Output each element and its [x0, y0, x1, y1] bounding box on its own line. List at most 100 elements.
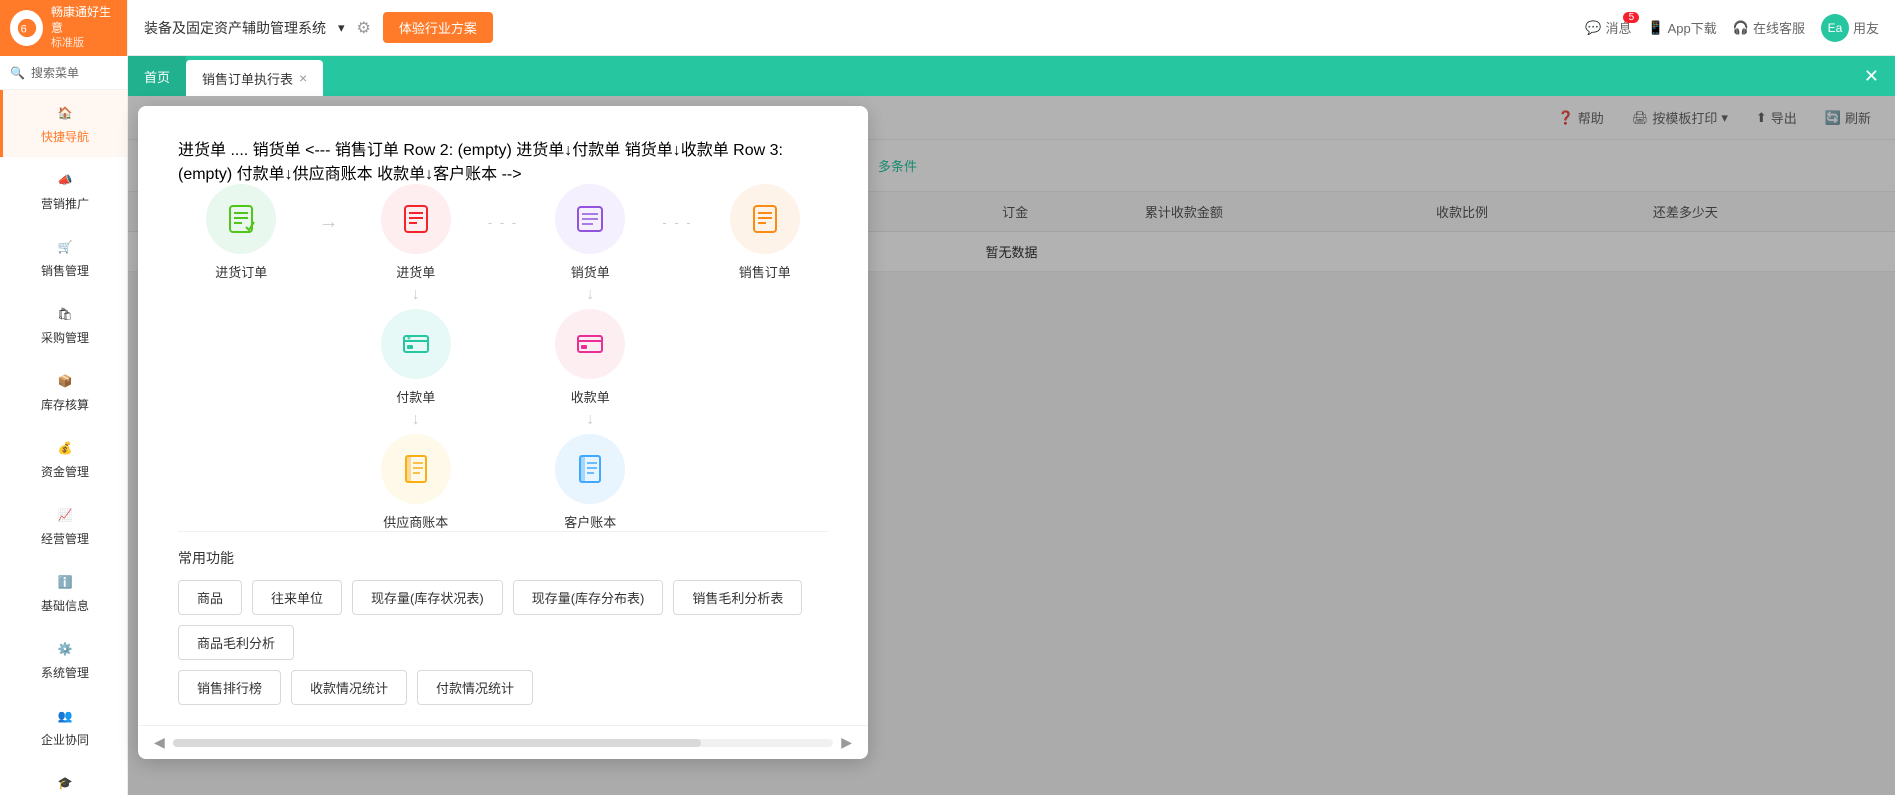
- tab-sales-order[interactable]: 销售订单执行表 ×: [186, 60, 323, 96]
- sidebar-item-inventory[interactable]: 📦 库存核算: [0, 358, 127, 425]
- popup-scrollbar: ◀ ▶: [138, 725, 868, 759]
- purchase-order-label: 进货订单: [215, 262, 267, 281]
- nav-label-quick: 快捷导航: [41, 128, 89, 145]
- message-badge: 5: [1623, 12, 1639, 23]
- sidebar-nav: 🏠 快捷导航 📣 营销推广 🛒 销售管理 🛍 采购管理 📦 库存核算 💰 资金管…: [0, 90, 127, 795]
- sidebar-item-marketing[interactable]: 📣 营销推广: [0, 157, 127, 224]
- header: 装备及固定资产辅助管理系统 ▾ ⚙ 体验行业方案 💬 消息 5 📱 App下载 …: [128, 0, 1895, 56]
- gear-icon: ⚙️: [54, 638, 76, 660]
- down-arrow-payment-icon: ↓: [412, 411, 420, 429]
- sales-order-icon: [730, 184, 800, 254]
- megaphone-icon: 📣: [54, 169, 76, 191]
- message-button[interactable]: 💬 消息 5: [1585, 18, 1631, 37]
- dropdown-arrow-icon: ▾: [338, 20, 345, 36]
- app-download-button[interactable]: 📱 App下载: [1647, 18, 1716, 37]
- sales-order-label: 销售订单: [739, 262, 791, 281]
- nav-label-marketing: 营销推广: [41, 195, 89, 212]
- customer-ledger-label: 客户账本: [564, 512, 616, 531]
- svg-text:6: 6: [20, 24, 26, 36]
- service-icon: 🎧: [1733, 20, 1749, 36]
- download-icon: 📱: [1647, 20, 1663, 36]
- flow-node-sales-order[interactable]: 销售订单: [702, 184, 829, 281]
- down-arrow-receipt: ↓: [527, 411, 654, 429]
- tab-home-label: 首页: [144, 67, 170, 86]
- dashed-arrow-icon: - - -: [488, 215, 518, 230]
- sidebar-item-operations[interactable]: 📈 经营管理: [0, 492, 127, 559]
- func-btn-stock-status[interactable]: 现存量(库存状况表): [352, 580, 503, 615]
- purchase-order-icon: [206, 184, 276, 254]
- svg-text:¥: ¥: [407, 335, 411, 342]
- online-service-button[interactable]: 🎧 在线客服: [1733, 18, 1805, 37]
- popup-overlay[interactable]: 进货单 .... 销货单 <--- 销售订单 Row 2: (empty) 进货…: [128, 96, 1895, 795]
- flow-diagram: 进货订单 → 进货单 - - -: [178, 184, 828, 531]
- sidebar-item-purchase[interactable]: 🛍 采购管理: [0, 291, 127, 358]
- cart-icon: 🛒: [54, 236, 76, 258]
- payment-label: 付款单: [396, 387, 435, 406]
- tab-close-icon[interactable]: ×: [299, 70, 307, 86]
- scrollbar-track[interactable]: [173, 739, 833, 747]
- home-icon: 🏠: [54, 102, 76, 124]
- flow-node-customer-ledger[interactable]: 客户账本: [527, 434, 654, 531]
- func-btn-product[interactable]: 商品: [178, 580, 242, 615]
- nav-label-ops: 经营管理: [41, 530, 89, 547]
- nav-label-enterprise: 企业协同: [41, 731, 89, 748]
- app-download-label: App下载: [1668, 18, 1717, 37]
- flow-node-payment[interactable]: ¥ 付款单: [353, 309, 480, 406]
- scroll-left-icon[interactable]: ◀: [154, 734, 165, 751]
- logo-text: 畅康通好生意 标准版: [51, 5, 117, 50]
- down-arrow-purchase: ↓: [353, 286, 480, 304]
- sales-bill-icon: [555, 184, 625, 254]
- func-btn-sales-margin[interactable]: 销售毛利分析表: [673, 580, 802, 615]
- sidebar-item-sales[interactable]: 🛒 销售管理: [0, 224, 127, 291]
- scroll-right-icon[interactable]: ▶: [841, 734, 852, 751]
- nav-label-inventory: 库存核算: [41, 396, 89, 413]
- nav-label-finance: 资金管理: [41, 463, 89, 480]
- search-icon: 🔍: [10, 66, 25, 80]
- tab-bar: 首页 销售订单执行表 × ✕: [128, 56, 1895, 96]
- customer-ledger-icon: [555, 434, 625, 504]
- sidebar-item-quick-nav[interactable]: 🏠 快捷导航: [0, 90, 127, 157]
- flow-node-purchase-bill[interactable]: 进货单: [353, 184, 480, 281]
- sidebar: 6 畅康通好生意 标准版 🔍 搜索菜单 🏠 快捷导航 📣 营销推广 🛒 销售管理…: [0, 0, 128, 795]
- user-profile[interactable]: Ea 用友: [1821, 14, 1879, 42]
- try-button[interactable]: 体验行业方案: [383, 12, 493, 43]
- settings-gear-icon[interactable]: ⚙: [357, 18, 371, 38]
- supplier-ledger-icon: [381, 434, 451, 504]
- dashed-left-arrow-icon: - - -: [662, 215, 692, 230]
- search-menu-bar[interactable]: 🔍 搜索菜单: [0, 56, 127, 90]
- message-icon: 💬: [1585, 20, 1601, 36]
- arrow-1: →: [309, 211, 349, 254]
- scrollbar-thumb: [173, 739, 701, 747]
- sidebar-item-enterprise[interactable]: 👥 企业协同: [0, 693, 127, 760]
- flow-node-receipt[interactable]: 收款单: [527, 309, 654, 406]
- flow-node-purchase-order[interactable]: 进货订单: [178, 184, 305, 281]
- down-arrow-sales: ↓: [527, 286, 654, 304]
- common-functions-area: 常用功能 商品 往来单位 现存量(库存状况表) 现存量(库存分布表) 销售毛利分…: [178, 531, 828, 705]
- header-right: 💬 消息 5 📱 App下载 🎧 在线客服 Ea 用友: [1585, 14, 1879, 42]
- system-title: 装备及固定资产辅助管理系统: [144, 18, 326, 38]
- sidebar-item-guide[interactable]: 🎓 新手引导: [0, 760, 127, 795]
- system-dropdown[interactable]: ▾: [338, 20, 345, 36]
- sidebar-item-finance[interactable]: 💰 资金管理: [0, 425, 127, 492]
- func-btn-stock-dist[interactable]: 现存量(库存分布表): [513, 580, 664, 615]
- payment-icon: ¥: [381, 309, 451, 379]
- func-btn-product-margin[interactable]: 商品毛利分析: [178, 625, 294, 660]
- receipt-icon: [555, 309, 625, 379]
- online-service-label: 在线客服: [1753, 18, 1805, 37]
- info-icon: ℹ️: [54, 571, 76, 593]
- func-btn-receipt-stats[interactable]: 收款情况统计: [291, 670, 407, 705]
- func-btn-contacts[interactable]: 往来单位: [252, 580, 342, 615]
- tab-bar-close-button[interactable]: ✕: [1848, 56, 1895, 96]
- chart-icon: 📈: [54, 504, 76, 526]
- flow-node-sales-bill[interactable]: 销货单: [527, 184, 654, 281]
- func-btn-sales-rank[interactable]: 销售排行榜: [178, 670, 281, 705]
- close-all-icon: ✕: [1864, 66, 1879, 87]
- arrow-left-1: - - -: [658, 215, 698, 250]
- nav-label-purchase: 采购管理: [41, 329, 89, 346]
- flow-node-supplier-ledger[interactable]: 供应商账本: [353, 434, 480, 531]
- sidebar-item-system[interactable]: ⚙️ 系统管理: [0, 626, 127, 693]
- sales-bill-label: 销货单: [571, 262, 610, 281]
- sidebar-item-basic-info[interactable]: ℹ️ 基础信息: [0, 559, 127, 626]
- func-btn-payment-stats[interactable]: 付款情况统计: [417, 670, 533, 705]
- tab-home[interactable]: 首页: [128, 56, 186, 96]
